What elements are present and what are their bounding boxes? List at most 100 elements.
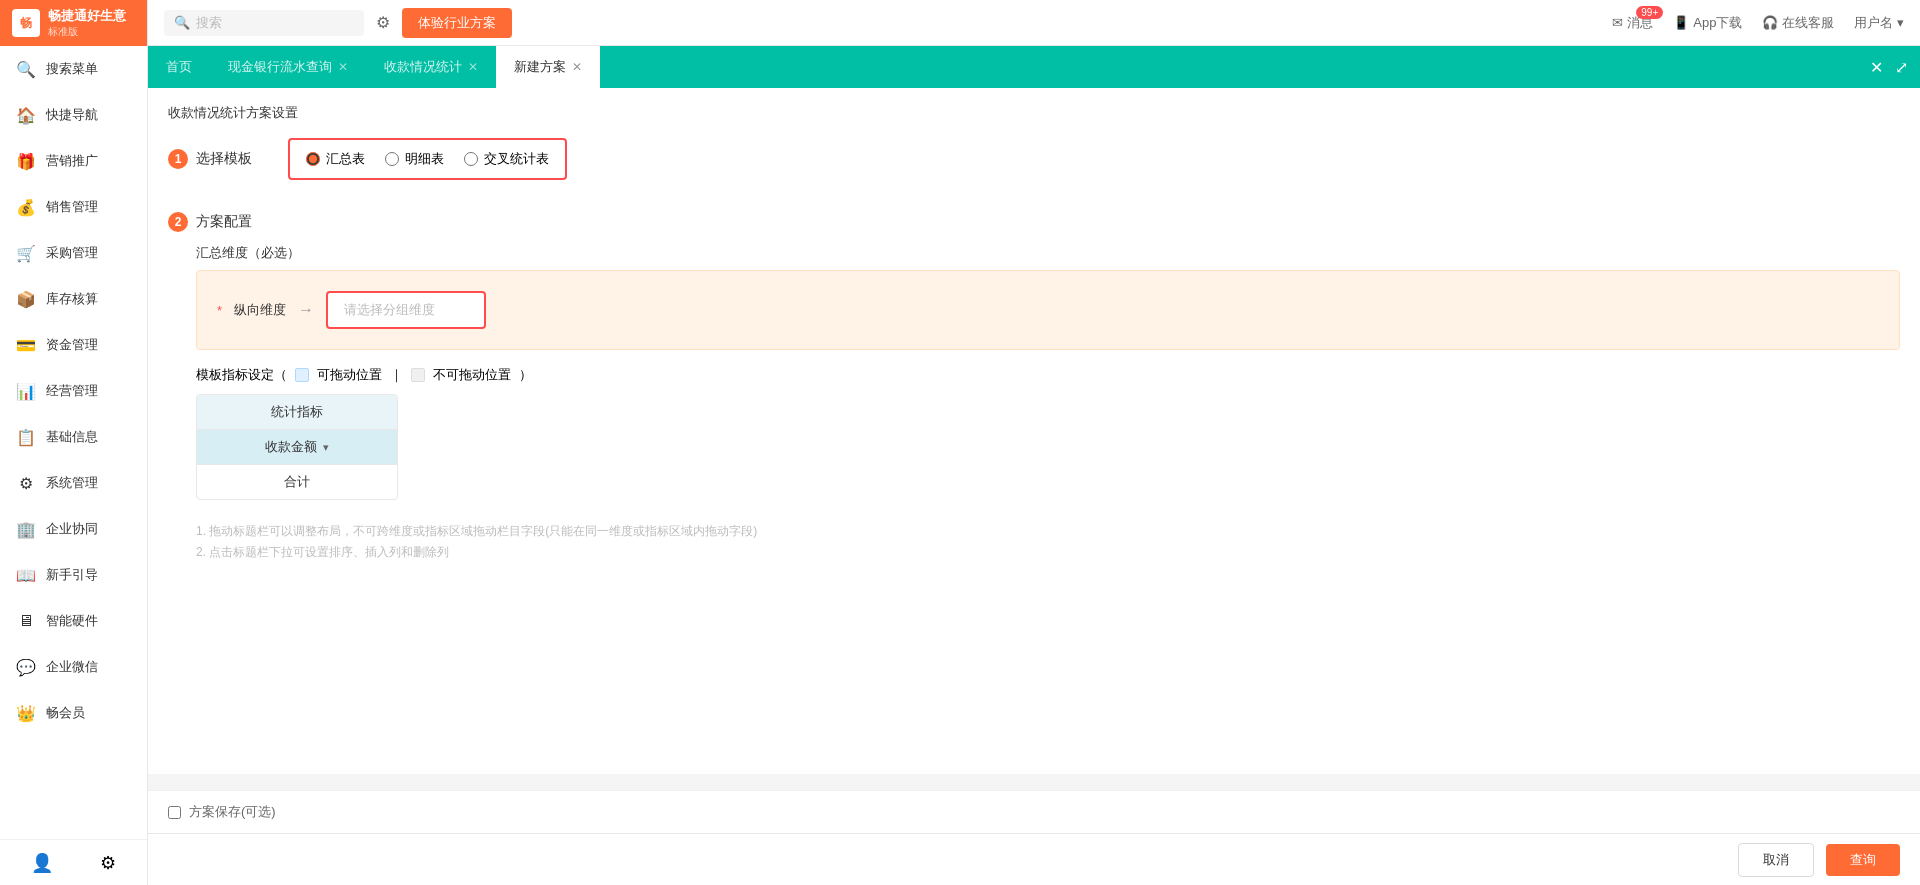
- sidebar-item-enterprise[interactable]: 🏢 企业协同: [0, 506, 147, 552]
- tab-collection-stat[interactable]: 收款情况统计 ✕: [366, 46, 496, 88]
- metrics-row-value: 合计: [197, 465, 397, 500]
- sidebar-item-label: 销售管理: [46, 198, 98, 216]
- metrics-hint-row: 模板指标设定（ 可拖动位置 ｜ 不可拖动位置 ）: [196, 366, 1900, 384]
- search-icon: 🔍: [174, 15, 190, 30]
- dim-select[interactable]: 请选择分组维度: [326, 291, 486, 329]
- step1-title: 选择模板: [196, 150, 252, 168]
- table-row: 合计: [197, 465, 397, 500]
- settings-icon[interactable]: ⚙: [376, 13, 390, 32]
- sidebar-item-guide[interactable]: 📖 新手引导: [0, 552, 147, 598]
- tab-new-plan-close[interactable]: ✕: [572, 60, 582, 74]
- sidebar-item-smart-hw[interactable]: 🖥 智能硬件: [0, 598, 147, 644]
- purchase-icon: 🛒: [16, 244, 36, 263]
- download-link[interactable]: 📱 App下载: [1673, 14, 1742, 32]
- logo-icon: 畅: [12, 9, 40, 37]
- step1-header: 1 选择模板 汇总表 明细表 交叉统计表: [168, 138, 1900, 180]
- tips-section: 1. 拖动标题栏可以调整布局，不可跨维度或指标区域拖动栏目字段(只能在同一维度或…: [196, 523, 1900, 561]
- user-name: 用户名: [1854, 15, 1893, 30]
- service-link[interactable]: 🎧 在线客服: [1762, 14, 1834, 32]
- sidebar-item-wechat[interactable]: 💬 企业微信: [0, 644, 147, 690]
- metrics-hint-label: 模板指标设定（: [196, 366, 287, 384]
- radio-detail-input[interactable]: [385, 152, 399, 166]
- radio-cross-label: 交叉统计表: [484, 150, 549, 168]
- radio-detail[interactable]: 明细表: [385, 150, 444, 168]
- user-avatar-icon[interactable]: 👤: [31, 852, 53, 874]
- sidebar-item-marketing[interactable]: 🎁 营销推广: [0, 138, 147, 184]
- radio-cross-input[interactable]: [464, 152, 478, 166]
- step1-section: 1 选择模板 汇总表 明细表 交叉统计表: [168, 138, 1900, 192]
- sidebar-item-label: 资金管理: [46, 336, 98, 354]
- finance-icon: 💳: [16, 336, 36, 355]
- quick-nav-icon: 🏠: [16, 106, 36, 125]
- sidebar-bottom: 👤 ⚙: [0, 839, 147, 885]
- dimension-config: 汇总维度（必选） * 纵向维度 → 请选择分组维度: [168, 244, 1900, 350]
- sidebar-item-label: 采购管理: [46, 244, 98, 262]
- tab-cash-bank[interactable]: 现金银行流水查询 ✕: [210, 46, 366, 88]
- wechat-icon: 💬: [16, 658, 36, 677]
- sidebar-item-label: 畅会员: [46, 704, 85, 722]
- movable-legend-box: [295, 368, 309, 382]
- page-inner: 收款情况统计方案设置 1 选择模板 汇总表 明细表: [148, 88, 1920, 774]
- movable-label: 可拖动位置: [317, 366, 382, 384]
- search-box[interactable]: 🔍 搜索: [164, 10, 364, 36]
- sidebar-item-finance[interactable]: 💳 资金管理: [0, 322, 147, 368]
- tab-home[interactable]: 首页: [148, 46, 210, 88]
- sidebar-item-label: 搜索菜单: [46, 60, 98, 78]
- search-menu-icon: 🔍: [16, 60, 36, 79]
- tip2: 2. 点击标题栏下拉可设置排序、插入列和删除列: [196, 544, 1900, 561]
- tab-cash-bank-close[interactable]: ✕: [338, 60, 348, 74]
- window-expand-icon[interactable]: ⤢: [1895, 58, 1908, 77]
- fixed-legend-box: [411, 368, 425, 382]
- sidebar-item-quick-nav[interactable]: 🏠 快捷导航: [0, 92, 147, 138]
- trial-btn[interactable]: 体验行业方案: [402, 8, 512, 38]
- sidebar-item-system[interactable]: ⚙ 系统管理: [0, 460, 147, 506]
- dimension-label: 汇总维度（必选）: [196, 244, 1900, 262]
- cancel-button[interactable]: 取消: [1738, 843, 1814, 877]
- step2-title: 方案配置: [196, 213, 252, 231]
- sidebar-item-member[interactable]: 👑 畅会员: [0, 690, 147, 736]
- message-icon: ✉: [1612, 15, 1623, 30]
- sidebar-item-management[interactable]: 📊 经营管理: [0, 368, 147, 414]
- settings-icon[interactable]: ⚙: [100, 852, 116, 874]
- dim-row: * 纵向维度 → 请选择分组维度: [217, 291, 486, 329]
- radio-summary-input[interactable]: [306, 152, 320, 166]
- sidebar-item-label: 营销推广: [46, 152, 98, 170]
- tab-new-plan[interactable]: 新建方案 ✕: [496, 46, 600, 88]
- logo-text: 畅捷通好生意: [48, 7, 126, 25]
- sidebar-item-label: 新手引导: [46, 566, 98, 584]
- management-icon: 📊: [16, 382, 36, 401]
- tabs-actions: ✕ ⤢: [1858, 58, 1920, 77]
- required-star: *: [217, 303, 222, 318]
- search-placeholder: 搜索: [196, 14, 222, 32]
- radio-cross[interactable]: 交叉统计表: [464, 150, 549, 168]
- sidebar-item-inventory[interactable]: 📦 库存核算: [0, 276, 147, 322]
- chevron-down-icon: ▾: [1897, 15, 1904, 30]
- sidebar-item-label: 经营管理: [46, 382, 98, 400]
- metrics-dropdown[interactable]: 收款金额 ▾: [213, 438, 381, 456]
- sidebar-item-label: 智能硬件: [46, 612, 98, 630]
- marketing-icon: 🎁: [16, 152, 36, 171]
- save-label[interactable]: 方案保存(可选): [189, 803, 276, 821]
- metrics-col-label: 收款金额: [265, 438, 317, 456]
- main-area: 🔍 搜索 ⚙ 体验行业方案 ✉ 消息 99+ 📱 App下载 🎧 在线客服 用户…: [148, 0, 1920, 885]
- window-close-icon[interactable]: ✕: [1870, 58, 1883, 77]
- metrics-section: 模板指标设定（ 可拖动位置 ｜ 不可拖动位置 ） 统计指标: [196, 366, 1900, 503]
- tab-collection-stat-close[interactable]: ✕: [468, 60, 478, 74]
- user-info[interactable]: 用户名 ▾: [1854, 14, 1904, 32]
- radio-summary[interactable]: 汇总表: [306, 150, 365, 168]
- sidebar-item-purchase[interactable]: 🛒 采购管理: [0, 230, 147, 276]
- sidebar-item-label: 企业协同: [46, 520, 98, 538]
- sidebar-item-sales[interactable]: 💰 销售管理: [0, 184, 147, 230]
- sidebar-item-search-menu[interactable]: 🔍 搜索菜单: [0, 46, 147, 92]
- message-btn[interactable]: ✉ 消息 99+: [1612, 14, 1653, 32]
- query-button[interactable]: 查询: [1826, 844, 1900, 876]
- sidebar-item-label: 基础信息: [46, 428, 98, 446]
- download-icon: 📱: [1673, 15, 1689, 30]
- dim-row-label: 纵向维度: [234, 301, 286, 319]
- sidebar-item-basic-info[interactable]: 📋 基础信息: [0, 414, 147, 460]
- metrics-hint-close: ）: [519, 366, 532, 384]
- tab-home-label: 首页: [166, 58, 192, 76]
- save-checkbox[interactable]: [168, 806, 181, 819]
- tab-collection-stat-label: 收款情况统计: [384, 58, 462, 76]
- fixed-label: 不可拖动位置: [433, 366, 511, 384]
